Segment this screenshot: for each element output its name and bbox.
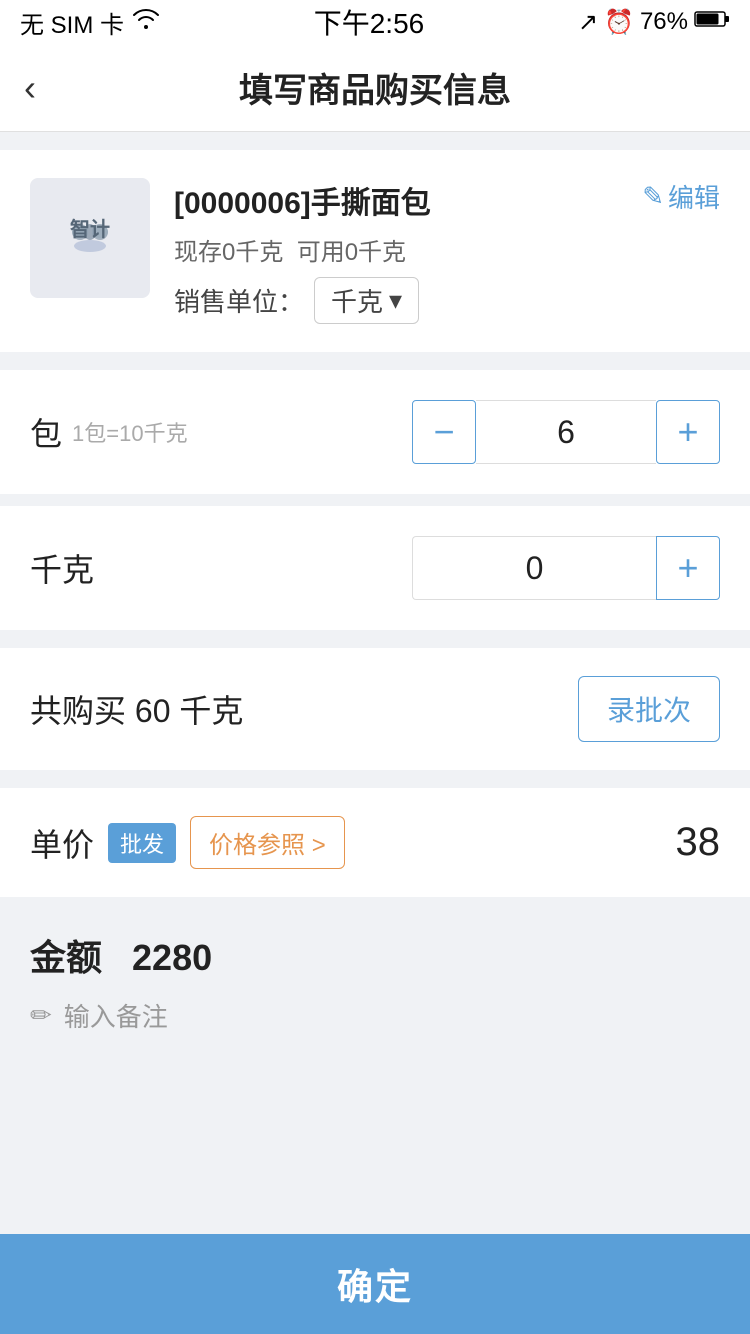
kg-input-section: 千克 +: [0, 494, 750, 630]
kg-input-row: 千克 +: [30, 506, 720, 630]
summary-text: 共购买 60 千克: [30, 686, 243, 732]
bao-input-row: 包 1包=10千克 − +: [30, 370, 720, 494]
bao-label: 包 1包=10千克: [30, 409, 188, 455]
svg-text:智计: 智计: [70, 217, 110, 241]
amount-value: 2280: [132, 937, 212, 978]
battery-icon: [694, 8, 730, 36]
status-time: 下午2:56: [314, 2, 425, 42]
summary-section: 共购买 60 千克 录批次: [0, 648, 750, 770]
alarm-icon: ⏰: [604, 8, 634, 37]
pencil-icon: ✏: [30, 1000, 52, 1031]
price-ref-button[interactable]: 价格参照 >: [190, 816, 345, 869]
empty-space: [0, 1050, 750, 1250]
unit-selector[interactable]: 千克 ▾: [314, 277, 419, 324]
confirm-button[interactable]: 确定: [0, 1234, 750, 1334]
remark-row[interactable]: ✏ 输入备注: [30, 997, 720, 1034]
kg-input[interactable]: [412, 536, 656, 600]
price-value: 38: [676, 820, 721, 865]
edit-icon: ✎: [642, 181, 664, 212]
location-icon: ↗: [578, 8, 598, 37]
bao-minus-button[interactable]: −: [412, 400, 476, 464]
status-right: ↗ ⏰ 76%: [578, 8, 730, 37]
price-row: 单价 批发 价格参照 > 38: [30, 816, 720, 869]
bao-sublabel: 1包=10千克: [72, 416, 188, 448]
amount-label: 金额: [30, 937, 102, 978]
bao-plus-button[interactable]: +: [656, 400, 720, 464]
status-left: 无 SIM 卡: [20, 5, 160, 40]
product-name: [0000006]手撕面包: [174, 178, 720, 222]
edit-button[interactable]: ✎ 编辑: [642, 178, 720, 215]
product-section: 智计 [0000006]手撕面包 现存0千克 可用0千克 销售单位： 千克 ▾ …: [0, 150, 750, 352]
battery-label: 76%: [640, 8, 688, 36]
batch-button[interactable]: 录批次: [578, 676, 720, 742]
back-button[interactable]: ‹: [24, 67, 36, 109]
product-info: [0000006]手撕面包 现存0千克 可用0千克 销售单位： 千克 ▾: [174, 178, 720, 324]
kg-label: 千克: [30, 545, 94, 591]
bao-controls: − +: [412, 400, 720, 464]
amount-row: 金额 2280: [30, 929, 720, 981]
wifi-icon: [132, 8, 160, 36]
nav-bar: ‹ 填写商品购买信息: [0, 44, 750, 132]
kg-controls: +: [412, 536, 720, 600]
chevron-down-icon: ▾: [389, 285, 402, 316]
price-section: 单价 批发 价格参照 > 38: [0, 788, 750, 897]
bao-input-section: 包 1包=10千克 − +: [0, 370, 750, 494]
status-bar: 无 SIM 卡 下午2:56 ↗ ⏰ 76%: [0, 0, 750, 44]
price-label: 单价: [30, 820, 94, 866]
product-stock: 现存0千克 可用0千克: [174, 232, 720, 267]
remark-placeholder: 输入备注: [64, 997, 168, 1034]
no-sim-label: 无 SIM 卡: [20, 5, 124, 40]
product-image: 智计: [30, 178, 150, 298]
price-label-group: 单价 批发 价格参照 >: [30, 816, 345, 869]
page-title: 填写商品购买信息: [239, 63, 511, 112]
kg-plus-button[interactable]: +: [656, 536, 720, 600]
price-tag: 批发: [108, 823, 176, 863]
amount-section: 金额 2280 ✏ 输入备注: [0, 901, 750, 1050]
bao-input[interactable]: [476, 400, 656, 464]
product-unit-row: 销售单位： 千克 ▾: [174, 277, 720, 324]
